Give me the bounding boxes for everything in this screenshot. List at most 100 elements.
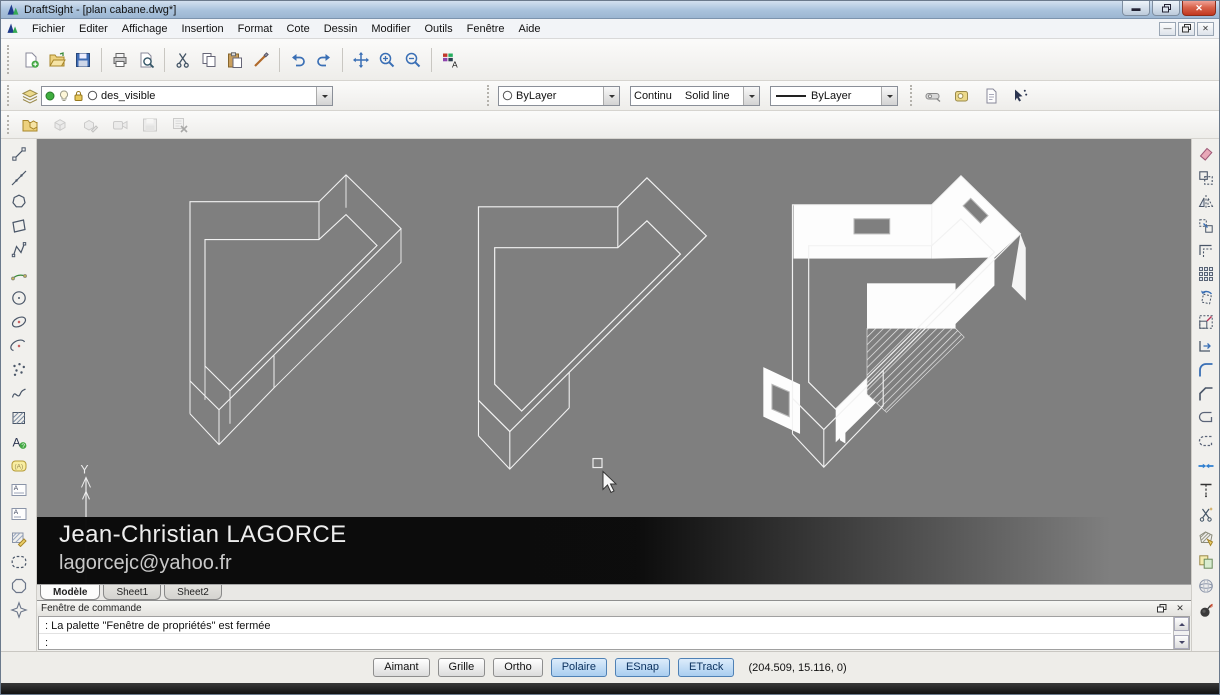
spline-icon[interactable]	[9, 384, 29, 404]
command-input-area[interactable]: : La palette "Fenêtre de propriétés" est…	[38, 616, 1190, 650]
move-icon[interactable]	[1196, 216, 1216, 236]
area-hatch-icon[interactable]	[1196, 528, 1216, 548]
delete-icon[interactable]	[1196, 144, 1216, 164]
menu-format[interactable]: Format	[231, 20, 280, 38]
toolbar-grip[interactable]	[7, 115, 12, 134]
menu-fichier[interactable]: Fichier	[25, 20, 72, 38]
layer-combo-arrow[interactable]	[316, 86, 332, 105]
print-preview-icon[interactable]	[133, 47, 159, 73]
close-button[interactable]: ✕	[1182, 1, 1216, 16]
zoom-out-icon[interactable]	[400, 47, 426, 73]
toggle-aimant[interactable]: Aimant	[373, 658, 430, 677]
chamfer-icon[interactable]	[1196, 384, 1216, 404]
explode-icon[interactable]	[1196, 600, 1216, 620]
toolbar-grip[interactable]	[7, 85, 12, 106]
format-painter-icon[interactable]	[248, 47, 274, 73]
construction-line-icon[interactable]	[9, 168, 29, 188]
menu-modifier[interactable]: Modifier	[364, 20, 417, 38]
rectangle-icon[interactable]	[9, 216, 29, 236]
menu-cote[interactable]: Cote	[279, 20, 316, 38]
menu-dessin[interactable]: Dessin	[317, 20, 365, 38]
point-multiple-icon[interactable]	[9, 360, 29, 380]
arc-3point-icon[interactable]	[9, 264, 29, 284]
paste-icon[interactable]	[222, 47, 248, 73]
swatch-icon[interactable]	[950, 84, 973, 107]
open-file-icon[interactable]	[44, 47, 70, 73]
fillet-icon[interactable]	[1196, 360, 1216, 380]
text-style-icon[interactable]: A	[437, 47, 463, 73]
toolbar-grip[interactable]	[487, 85, 492, 106]
color-combo-arrow[interactable]	[603, 86, 619, 105]
tab-sheet1[interactable]: Sheet1	[103, 585, 162, 600]
sheet-icon[interactable]	[979, 84, 1002, 107]
note-icon[interactable]: (A)	[9, 456, 29, 476]
mdi-close-button[interactable]: ✕	[1197, 21, 1214, 36]
cut-icon[interactable]	[170, 47, 196, 73]
component-icon[interactable]	[18, 113, 41, 136]
hatch-edit-icon[interactable]	[9, 528, 29, 548]
save-file-icon[interactable]	[70, 47, 96, 73]
move-to-layer-icon[interactable]	[1196, 336, 1216, 356]
ellipse-icon[interactable]	[9, 312, 29, 332]
restore-button[interactable]	[1152, 1, 1180, 16]
menu-fentre[interactable]: Fenêtre	[460, 20, 512, 38]
close-shape-icon[interactable]	[1196, 408, 1216, 428]
split-icon[interactable]	[1196, 504, 1216, 524]
model-shaded[interactable]	[763, 174, 1026, 468]
qu*ick-input-icon[interactable]	[921, 84, 944, 107]
scale-icon[interactable]	[1196, 312, 1216, 332]
stretch-icon[interactable]	[1196, 456, 1216, 476]
polygon-icon[interactable]	[9, 192, 29, 212]
menu-outils[interactable]: Outils	[417, 20, 459, 38]
revision-cloud-icon[interactable]	[9, 552, 29, 572]
close-shape-gap-icon[interactable]	[1196, 432, 1216, 452]
layer-combo[interactable]: des_visible	[41, 85, 333, 106]
toggle-ortho[interactable]: Ortho	[493, 658, 543, 677]
star-4-icon[interactable]	[9, 600, 29, 620]
command-window-float-button[interactable]	[1155, 603, 1169, 615]
undo-icon[interactable]	[285, 47, 311, 73]
model-hidden-lines[interactable]	[477, 176, 708, 470]
toggle-polaire[interactable]: Polaire	[550, 658, 607, 677]
linestyle-combo-arrow[interactable]	[743, 86, 759, 105]
line-icon[interactable]	[9, 144, 29, 164]
circle-icon[interactable]	[9, 288, 29, 308]
copy-icon[interactable]	[196, 47, 222, 73]
menu-editer[interactable]: Editer	[72, 20, 115, 38]
simple-note-2-icon[interactable]: A	[9, 504, 29, 524]
new-file-icon[interactable]	[18, 47, 44, 73]
command-line[interactable]: :	[39, 634, 1171, 649]
lengthen-icon[interactable]	[1196, 480, 1216, 500]
command-scrollbar[interactable]	[1173, 617, 1189, 649]
lineweight-combo-arrow[interactable]	[881, 86, 897, 105]
pointer-settings-icon[interactable]	[1008, 84, 1031, 107]
linestyle-combo[interactable]: Continu Solid line	[630, 85, 760, 106]
minimize-button[interactable]: ▬	[1122, 1, 1150, 16]
tab-modle[interactable]: Modèle	[40, 585, 101, 600]
command-window-close-button[interactable]: ✕	[1173, 603, 1187, 615]
drawing-canvas[interactable]: Y Jean-Christian LAGORCE lagorcejc@yahoo…	[37, 139, 1191, 584]
pan-icon[interactable]	[348, 47, 374, 73]
sphere-icon[interactable]	[1196, 576, 1216, 596]
scroll-down-icon[interactable]	[1174, 635, 1189, 649]
ellipse-arc-icon[interactable]	[9, 336, 29, 356]
toggle-grille[interactable]: Grille	[437, 658, 486, 677]
model-wireframe[interactable]	[189, 174, 402, 446]
copy-entity-icon[interactable]	[1196, 168, 1216, 188]
mdi-minimize-button[interactable]: —	[1159, 21, 1176, 36]
smart-note-icon[interactable]: A?	[9, 432, 29, 452]
redo-icon[interactable]	[311, 47, 337, 73]
menu-affichage[interactable]: Affichage	[115, 20, 175, 38]
toggle-etrack[interactable]: ETrack	[678, 658, 735, 677]
menu-aide[interactable]: Aide	[512, 20, 548, 38]
rotate-icon[interactable]	[1196, 288, 1216, 308]
menu-insertion[interactable]: Insertion	[174, 20, 230, 38]
simple-note-icon[interactable]: A	[9, 480, 29, 500]
toggle-esnap[interactable]: ESnap	[614, 658, 670, 677]
toolbar-grip[interactable]	[7, 45, 12, 74]
octagon-icon[interactable]	[9, 576, 29, 596]
color-combo[interactable]: ByLayer	[498, 85, 620, 106]
tab-sheet2[interactable]: Sheet2	[164, 585, 222, 600]
mdi-restore-button[interactable]	[1178, 21, 1195, 36]
copy-layer-icon[interactable]	[1196, 552, 1216, 572]
